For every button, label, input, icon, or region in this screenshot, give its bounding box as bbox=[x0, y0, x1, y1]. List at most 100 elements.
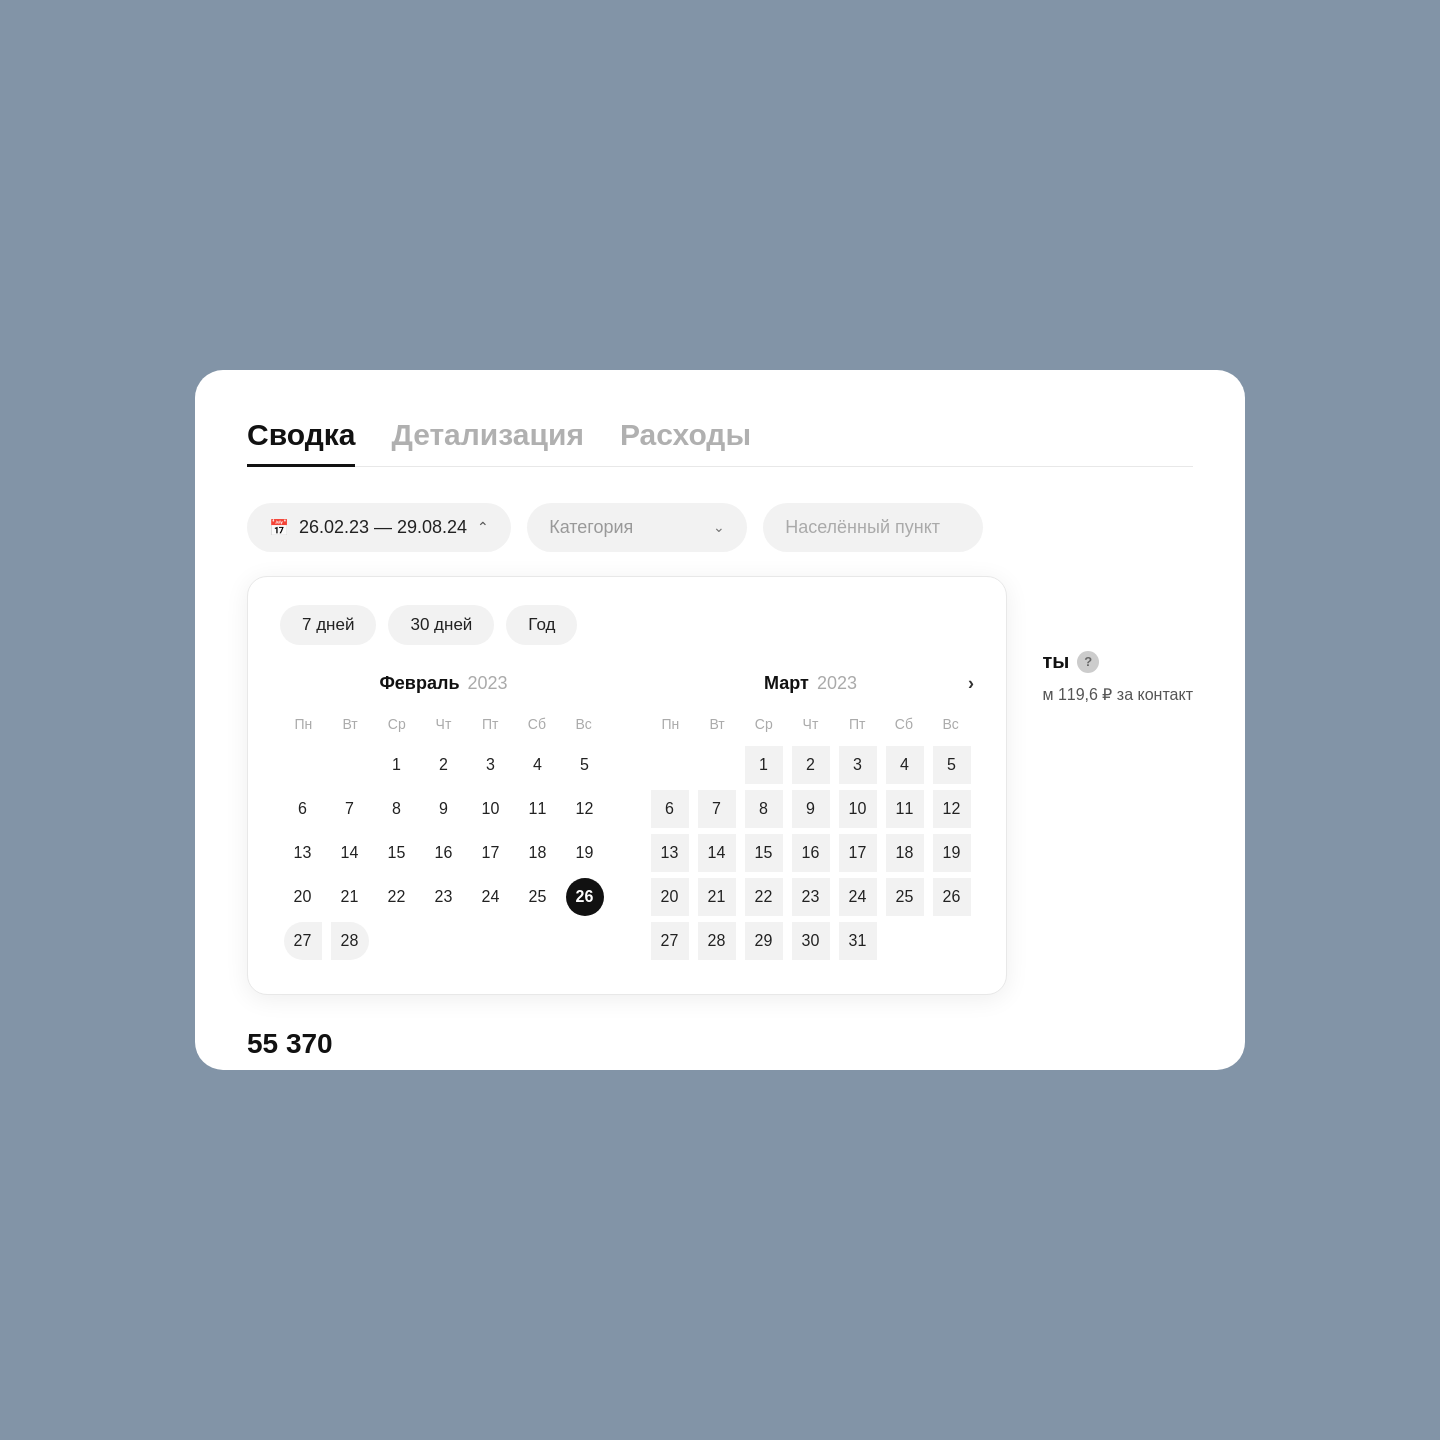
day-cell[interactable]: 12 bbox=[933, 790, 971, 828]
day-cell[interactable]: 9 bbox=[425, 790, 463, 828]
day-cell[interactable]: 3 bbox=[472, 746, 510, 784]
weekday-pt: Пт bbox=[467, 712, 514, 736]
day-cell[interactable]: 15 bbox=[378, 834, 416, 872]
day-cell[interactable]: 18 bbox=[886, 834, 924, 872]
day-cell[interactable]: 16 bbox=[425, 834, 463, 872]
day-cell[interactable]: 5 bbox=[933, 746, 971, 784]
day-cell[interactable]: 11 bbox=[886, 790, 924, 828]
day-cell[interactable]: 29 bbox=[745, 922, 783, 960]
bottom-partial: 55 370 bbox=[247, 1028, 1193, 1070]
weekday-cht: Чт bbox=[420, 712, 467, 736]
day-cell[interactable]: 21 bbox=[331, 878, 369, 916]
day-cell[interactable]: 1 bbox=[378, 746, 416, 784]
day-cell[interactable]: 30 bbox=[792, 922, 830, 960]
help-icon[interactable]: ? bbox=[1077, 651, 1099, 673]
february-year: 2023 bbox=[467, 673, 507, 694]
day-cell[interactable]: 3 bbox=[839, 746, 877, 784]
february-header: Февраль 2023 bbox=[280, 673, 607, 694]
next-month-arrow[interactable]: › bbox=[968, 673, 974, 694]
day-cell[interactable]: 7 bbox=[698, 790, 736, 828]
day-cell[interactable]: 25 bbox=[886, 878, 924, 916]
day-cell[interactable]: 27 bbox=[284, 922, 322, 960]
day-cell[interactable]: 17 bbox=[839, 834, 877, 872]
day-cell[interactable]: 25 bbox=[519, 878, 557, 916]
day-cell[interactable]: 28 bbox=[698, 922, 736, 960]
chevron-down-icon: ⌄ bbox=[713, 519, 725, 535]
weekday-vt: Вт bbox=[694, 712, 741, 736]
day-cell[interactable]: 20 bbox=[284, 878, 322, 916]
day-cell[interactable]: 26 bbox=[566, 878, 604, 916]
day-cell[interactable]: 12 bbox=[566, 790, 604, 828]
date-range-label: 26.02.23 — 29.08.24 bbox=[299, 517, 467, 538]
day-cell[interactable]: 27 bbox=[651, 922, 689, 960]
day-cell[interactable]: 2 bbox=[425, 746, 463, 784]
location-filter[interactable]: Населённый пункт bbox=[763, 503, 983, 552]
quick-date-buttons: 7 дней 30 дней Год bbox=[280, 605, 974, 645]
day-cell[interactable]: 17 bbox=[472, 834, 510, 872]
day-cell[interactable]: 19 bbox=[566, 834, 604, 872]
quick-30-days[interactable]: 30 дней bbox=[388, 605, 494, 645]
day-cell[interactable]: 2 bbox=[792, 746, 830, 784]
weekday-sr: Ср bbox=[740, 712, 787, 736]
weekday-sr: Ср bbox=[373, 712, 420, 736]
side-label-row: ты ? bbox=[1042, 650, 1193, 673]
day-cell[interactable]: 13 bbox=[284, 834, 322, 872]
day-cell[interactable]: 10 bbox=[472, 790, 510, 828]
bottom-number: 55 370 bbox=[247, 1028, 333, 1060]
day-cell[interactable]: 28 bbox=[331, 922, 369, 960]
day-cell[interactable]: 14 bbox=[698, 834, 736, 872]
day-cell[interactable]: 22 bbox=[378, 878, 416, 916]
weekday-cht: Чт bbox=[787, 712, 834, 736]
day-cell[interactable]: 10 bbox=[839, 790, 877, 828]
calendar-icon: 📅 bbox=[269, 518, 289, 537]
march-days-grid: 1234567891011121314151617181920212223242… bbox=[647, 744, 974, 962]
weekday-vs: Вс bbox=[560, 712, 607, 736]
day-cell[interactable]: 22 bbox=[745, 878, 783, 916]
quick-year[interactable]: Год bbox=[506, 605, 577, 645]
day-cell[interactable]: 26 bbox=[933, 878, 971, 916]
day-cell[interactable]: 6 bbox=[284, 790, 322, 828]
day-cell[interactable]: 11 bbox=[519, 790, 557, 828]
day-cell[interactable]: 4 bbox=[519, 746, 557, 784]
day-cell[interactable]: 7 bbox=[331, 790, 369, 828]
day-cell[interactable]: 24 bbox=[839, 878, 877, 916]
day-cell[interactable]: 21 bbox=[698, 878, 736, 916]
side-panel: ты ? м 119,6 ₽ за контакт bbox=[1042, 650, 1193, 704]
dual-calendar: Февраль 2023 Пн Вт Ср Чт Пт Сб Вс 123456… bbox=[280, 673, 974, 962]
february-days-grid: 1234567891011121314151617181920212223242… bbox=[280, 744, 607, 962]
category-dropdown[interactable]: Категория ⌄ bbox=[527, 503, 747, 552]
day-cell[interactable]: 4 bbox=[886, 746, 924, 784]
day-cell[interactable]: 8 bbox=[745, 790, 783, 828]
day-cell[interactable]: 14 bbox=[331, 834, 369, 872]
day-cell[interactable]: 15 bbox=[745, 834, 783, 872]
month-february: Февраль 2023 Пн Вт Ср Чт Пт Сб Вс 123456… bbox=[280, 673, 607, 962]
tab-rashody[interactable]: Расходы bbox=[620, 418, 751, 467]
filters-row: 📅 26.02.23 — 29.08.24 ⌃ Категория ⌄ Насе… bbox=[247, 503, 1193, 552]
tabs-bar: Сводка Детализация Расходы bbox=[247, 418, 1193, 467]
march-year: 2023 bbox=[817, 673, 857, 694]
calendar-panel: 7 дней 30 дней Год Февраль 2023 Пн Вт Ср… bbox=[247, 576, 1007, 995]
quick-7-days[interactable]: 7 дней bbox=[280, 605, 376, 645]
side-value-text: м 119,6 ₽ за контакт bbox=[1042, 685, 1193, 704]
march-header: Март 2023 › bbox=[647, 673, 974, 694]
day-cell[interactable]: 6 bbox=[651, 790, 689, 828]
month-march: Март 2023 › Пн Вт Ср Чт Пт Сб Вс 1234567… bbox=[647, 673, 974, 962]
day-cell[interactable]: 13 bbox=[651, 834, 689, 872]
date-range-button[interactable]: 📅 26.02.23 — 29.08.24 ⌃ bbox=[247, 503, 511, 552]
day-cell[interactable]: 16 bbox=[792, 834, 830, 872]
weekday-sb: Сб bbox=[881, 712, 928, 736]
day-cell[interactable]: 5 bbox=[566, 746, 604, 784]
day-cell[interactable]: 24 bbox=[472, 878, 510, 916]
tab-svodka[interactable]: Сводка bbox=[247, 418, 355, 467]
tab-detalizaciya[interactable]: Детализация bbox=[391, 418, 584, 467]
day-cell[interactable]: 23 bbox=[792, 878, 830, 916]
day-cell[interactable]: 31 bbox=[839, 922, 877, 960]
day-cell[interactable]: 18 bbox=[519, 834, 557, 872]
day-cell[interactable]: 9 bbox=[792, 790, 830, 828]
day-cell[interactable]: 19 bbox=[933, 834, 971, 872]
day-cell[interactable]: 1 bbox=[745, 746, 783, 784]
day-cell[interactable]: 8 bbox=[378, 790, 416, 828]
main-card: Сводка Детализация Расходы 📅 26.02.23 — … bbox=[195, 370, 1245, 1070]
day-cell[interactable]: 23 bbox=[425, 878, 463, 916]
day-cell[interactable]: 20 bbox=[651, 878, 689, 916]
